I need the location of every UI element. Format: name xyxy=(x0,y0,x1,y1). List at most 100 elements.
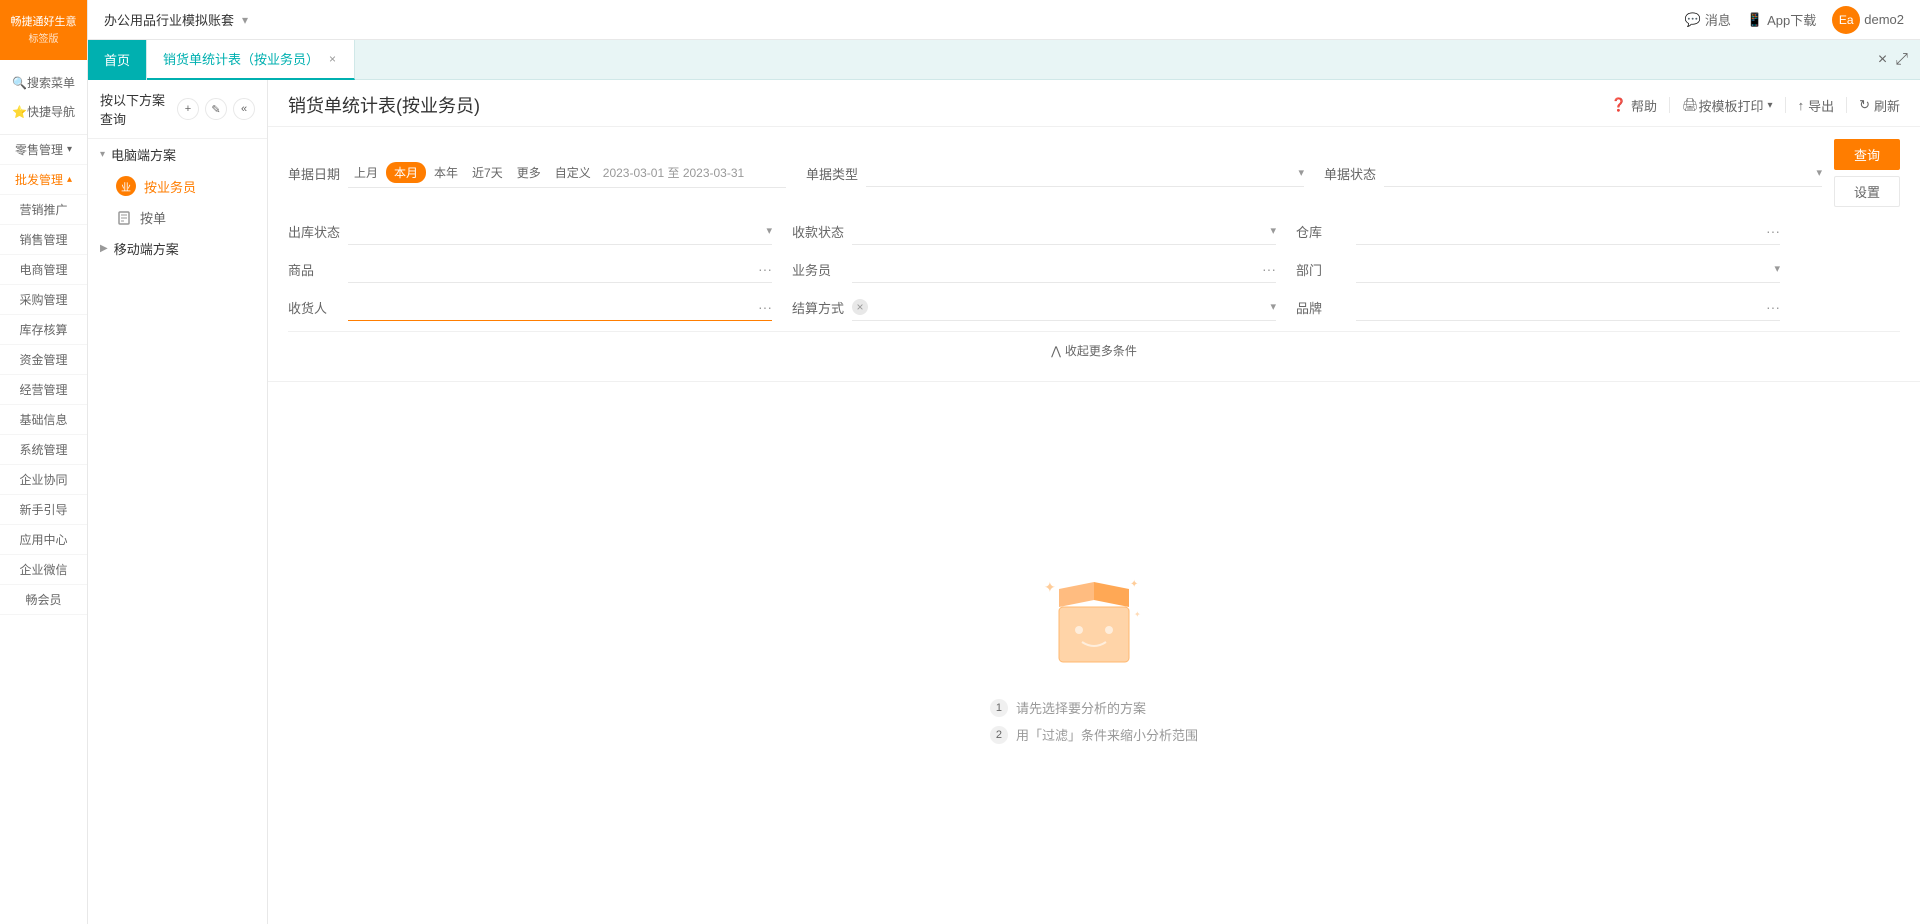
sidebar-item-label: 企业微信 xyxy=(19,561,67,578)
left-panel: 按以下方案查询 + ✎ « ▾ 电脑端方案 xyxy=(88,80,268,924)
sidebar-item-label: 应用中心 xyxy=(19,531,67,548)
print-button[interactable]: 🖨 按模板打印 ▾ xyxy=(1682,96,1773,115)
sidebar-item-inventory[interactable]: 库存核算 xyxy=(0,315,87,345)
collapse-panel-button[interactable]: « xyxy=(233,98,255,120)
settlement-arrow[interactable]: ▾ xyxy=(1270,300,1276,313)
topbar-dropdown-icon[interactable]: ▾ xyxy=(242,13,248,27)
collapse-up-icon: ⋀ xyxy=(1051,344,1061,358)
plus-icon: + xyxy=(185,103,191,115)
collapse-more-button[interactable]: ⋀ 收起更多条件 xyxy=(1039,338,1149,363)
shortcut-nav-item[interactable]: ⭐ 快捷导航 xyxy=(8,97,79,126)
sidebar-item-enterprise[interactable]: 企业协同 xyxy=(0,465,87,495)
warehouse-control[interactable]: ··· xyxy=(1356,217,1780,245)
warehouse-more-icon[interactable]: ··· xyxy=(1766,223,1780,239)
settings-button[interactable]: 设置 xyxy=(1834,176,1900,207)
doc-type-control[interactable]: ▾ xyxy=(866,159,1304,187)
sidebar-item-finance[interactable]: 资金管理 xyxy=(0,345,87,375)
tab-close-icon[interactable]: × xyxy=(327,50,338,68)
out-status-arrow[interactable]: ▾ xyxy=(766,224,772,237)
sidebar-nav-items: 零售管理 ▾ 批发管理 ▴ 营销推广 销售管理 电商管理 采购管理 库存核算 资… xyxy=(0,135,87,924)
sidebar-item-operation[interactable]: 经营管理 xyxy=(0,375,87,405)
export-button[interactable]: ↑ 导出 xyxy=(1798,96,1835,115)
tab-close-button[interactable]: × xyxy=(1878,51,1887,69)
consignee-more-icon[interactable]: ··· xyxy=(758,299,772,315)
print-dropdown-icon[interactable]: ▾ xyxy=(1768,100,1773,111)
desktop-scheme-header[interactable]: ▾ 电脑端方案 xyxy=(88,139,267,170)
sidebar-item-marketing[interactable]: 营销推广 xyxy=(0,195,87,225)
out-status-label: 出库状态 xyxy=(288,222,348,241)
sidebar-item-sales[interactable]: 销售管理 xyxy=(0,225,87,255)
icon-text: 业 xyxy=(121,179,131,194)
tab-maximize-button[interactable]: ⤢ xyxy=(1895,51,1908,69)
recv-status-arrow[interactable]: ▾ xyxy=(1270,224,1276,237)
sidebar-item-weixin[interactable]: 企业微信 xyxy=(0,555,87,585)
page-header: 销货单统计表(按业务员) ❓ 帮助 🖨 按模板打印 ▾ ↑ xyxy=(268,80,1920,127)
brand-more-icon[interactable]: ··· xyxy=(1766,299,1780,315)
settlement-clear-icon[interactable]: × xyxy=(852,299,868,315)
consignee-filter-item: 收货人 ··· xyxy=(288,293,772,321)
collapse-icon: « xyxy=(241,103,247,115)
mobile-scheme-label: 移动端方案 xyxy=(114,239,179,258)
dept-control[interactable]: ▾ xyxy=(1356,255,1780,283)
sidebar-item-retail[interactable]: 零售管理 ▾ xyxy=(0,135,87,165)
recv-status-filter-item: 收款状态 ▾ xyxy=(792,217,1276,245)
empty-hint-1: 1 请先选择要分析的方案 xyxy=(990,698,1198,717)
svg-text:✦: ✦ xyxy=(1130,579,1138,590)
goods-control[interactable]: ··· xyxy=(348,255,772,283)
help-button[interactable]: ❓ 帮助 xyxy=(1611,96,1657,115)
tab-home[interactable]: 首页 xyxy=(88,40,147,80)
consignee-control[interactable]: ··· xyxy=(348,293,772,321)
salesperson-scheme-item[interactable]: 业 按业务员 xyxy=(88,170,267,202)
doc-status-filter-item: 单据状态 ▾ xyxy=(1324,159,1822,187)
help-label: 帮助 xyxy=(1631,96,1657,115)
salesperson-more-icon[interactable]: ··· xyxy=(1262,261,1276,277)
settlement-control[interactable]: × ▾ xyxy=(852,293,1276,321)
user-avatar-item[interactable]: Ea demo2 xyxy=(1832,6,1904,34)
last-month-btn[interactable]: 上月 xyxy=(348,162,384,183)
date-filter-control[interactable]: 上月 本月 本年 近7天 更多 自定义 2023-03-01 至 2023-03… xyxy=(348,158,786,188)
sidebar-item-guide[interactable]: 新手引导 xyxy=(0,495,87,525)
query-button[interactable]: 查询 xyxy=(1834,139,1900,170)
sidebar-item-ecommerce[interactable]: 电商管理 xyxy=(0,255,87,285)
sidebar-item-purchase[interactable]: 采购管理 xyxy=(0,285,87,315)
recv-status-control[interactable]: ▾ xyxy=(852,217,1276,245)
empty-text: 1 请先选择要分析的方案 2 用「过滤」条件来缩小分析范围 xyxy=(990,698,1198,744)
shortcut-icon: ⭐ xyxy=(12,105,27,119)
doc-type-arrow[interactable]: ▾ xyxy=(1298,166,1304,179)
edit-scheme-button[interactable]: ✎ xyxy=(205,98,227,120)
app-download-item[interactable]: 📱 App下载 xyxy=(1747,10,1816,29)
sidebar-item-system[interactable]: 系统管理 xyxy=(0,435,87,465)
brand-control[interactable]: ··· xyxy=(1356,293,1780,321)
sidebar-item-member[interactable]: 畅会员 xyxy=(0,585,87,615)
doc-status-control[interactable]: ▾ xyxy=(1384,159,1822,187)
sidebar-item-apps[interactable]: 应用中心 xyxy=(0,525,87,555)
by-order-scheme-item[interactable]: 按单 xyxy=(88,202,267,233)
sidebar-item-label: 新手引导 xyxy=(19,501,67,518)
sidebar-item-wholesale[interactable]: 批发管理 ▴ xyxy=(0,165,87,195)
refresh-button[interactable]: ↻ 刷新 xyxy=(1859,96,1900,115)
consignee-label: 收货人 xyxy=(288,298,348,317)
sidebar-item-basic[interactable]: 基础信息 xyxy=(0,405,87,435)
doc-status-arrow[interactable]: ▾ xyxy=(1816,166,1822,179)
logo-text: 畅捷通好生意 xyxy=(11,15,77,29)
doc-type-label: 单据类型 xyxy=(806,164,866,183)
date-filter-label: 单据日期 xyxy=(288,164,348,183)
goods-more-icon[interactable]: ··· xyxy=(758,261,772,277)
mobile-scheme-header[interactable]: ▶ 移动端方案 xyxy=(88,233,267,264)
add-scheme-button[interactable]: + xyxy=(177,98,199,120)
salesperson-control[interactable]: ··· xyxy=(852,255,1276,283)
more-date-btn[interactable]: 更多 xyxy=(511,162,547,183)
this-month-btn[interactable]: 本月 xyxy=(386,162,426,183)
out-status-control[interactable]: ▾ xyxy=(348,217,772,245)
this-year-btn[interactable]: 本年 xyxy=(428,162,464,183)
custom-date-btn[interactable]: 自定义 xyxy=(549,162,597,183)
last-7days-btn[interactable]: 近7天 xyxy=(466,162,509,183)
tab-sales-stats[interactable]: 销货单统计表（按业务员） × xyxy=(147,40,355,80)
svg-text:✦: ✦ xyxy=(1134,610,1141,619)
search-menu-item[interactable]: 🔍 搜索菜单 xyxy=(8,68,79,97)
hint-text-2: 用「过滤」条件来缩小分析范围 xyxy=(1016,725,1198,744)
message-item[interactable]: 💬 消息 xyxy=(1685,10,1731,29)
avatar[interactable]: Ea xyxy=(1832,6,1860,34)
dept-arrow[interactable]: ▾ xyxy=(1774,262,1780,275)
date-range-text: 2023-03-01 至 2023-03-31 xyxy=(603,164,744,181)
